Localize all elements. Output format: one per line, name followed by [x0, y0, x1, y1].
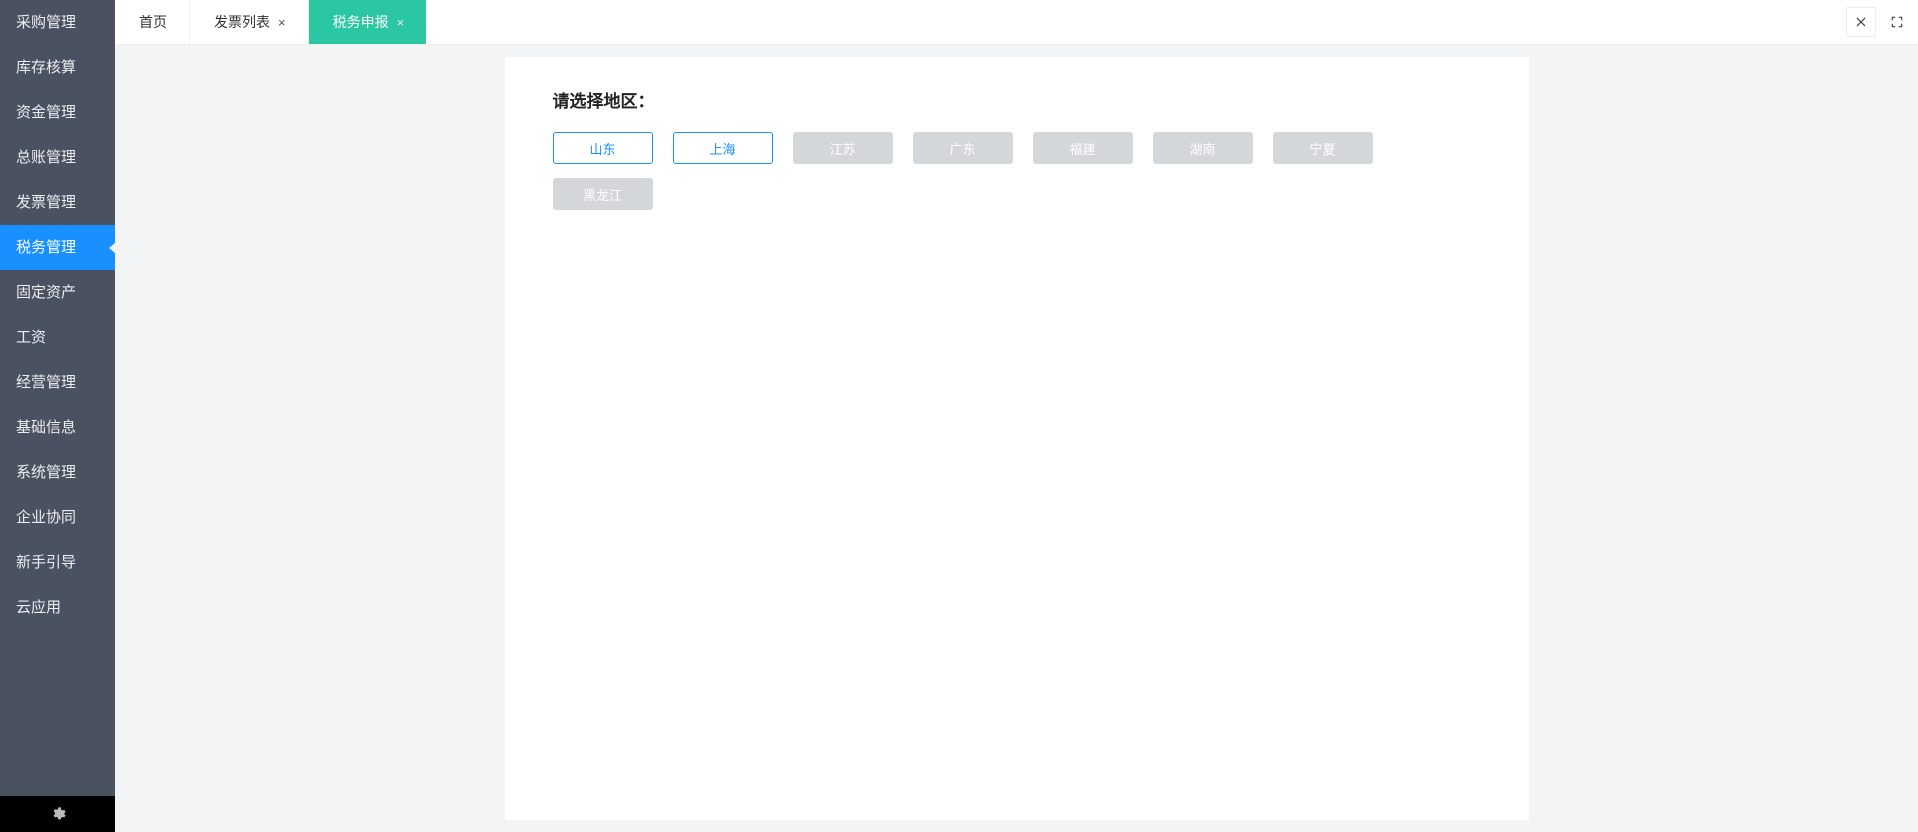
sidebar-item-3[interactable]: 总账管理: [0, 135, 115, 180]
content-scroll[interactable]: 请选择地区： 山东上海江苏广东福建湖南宁夏黑龙江: [115, 45, 1918, 832]
region-button-0[interactable]: 山东: [553, 132, 653, 164]
region-button-7: 黑龙江: [553, 178, 653, 210]
region-grid: 山东上海江苏广东福建湖南宁夏黑龙江: [553, 132, 1481, 210]
region-button-2: 江苏: [793, 132, 893, 164]
sidebar-item-7[interactable]: 工资: [0, 315, 115, 360]
fullscreen-icon: [1890, 15, 1904, 29]
close-icon[interactable]: ×: [278, 16, 286, 29]
tab-2[interactable]: 税务申报 ×: [309, 0, 427, 44]
tab-label: 税务申报: [333, 12, 389, 32]
sidebar-item-8[interactable]: 经营管理: [0, 360, 115, 405]
sidebar-item-1[interactable]: 库存核算: [0, 45, 115, 90]
tabbar-actions: [1846, 0, 1918, 44]
tab-label: 发票列表: [214, 12, 270, 32]
sidebar-item-4[interactable]: 发票管理: [0, 180, 115, 225]
sidebar: 采购管理库存核算资金管理总账管理发票管理税务管理固定资产工资经营管理基础信息系统…: [0, 0, 115, 832]
region-button-4: 福建: [1033, 132, 1133, 164]
fullscreen-button[interactable]: [1882, 7, 1912, 37]
app-root: 采购管理库存核算资金管理总账管理发票管理税务管理固定资产工资经营管理基础信息系统…: [0, 0, 1918, 832]
sidebar-item-2[interactable]: 资金管理: [0, 90, 115, 135]
main-area: 首页 发票列表 × 税务申报 × 请选择地区： 山东上海江苏广东福建湖南宁夏黑龙江: [115, 0, 1918, 832]
gear-icon: [50, 806, 66, 822]
region-button-1[interactable]: 上海: [673, 132, 773, 164]
tab-1[interactable]: 发票列表 ×: [190, 0, 309, 44]
sidebar-item-6[interactable]: 固定资产: [0, 270, 115, 315]
tab-0[interactable]: 首页: [115, 0, 190, 44]
region-button-5: 湖南: [1153, 132, 1253, 164]
sidebar-item-10[interactable]: 系统管理: [0, 450, 115, 495]
tab-label: 首页: [139, 12, 167, 32]
sidebar-item-11[interactable]: 企业协同: [0, 495, 115, 540]
tab-bar: 首页 发票列表 × 税务申报 ×: [115, 0, 1918, 45]
tabs-host: 首页 发票列表 × 税务申报 ×: [115, 0, 426, 44]
close-all-tabs-button[interactable]: [1846, 7, 1876, 37]
sidebar-item-12[interactable]: 新手引导: [0, 540, 115, 585]
sidebar-item-9[interactable]: 基础信息: [0, 405, 115, 450]
sidebar-settings-button[interactable]: [0, 796, 115, 832]
sidebar-item-5[interactable]: 税务管理: [0, 225, 115, 270]
close-icon[interactable]: ×: [397, 16, 405, 29]
panel-heading: 请选择地区：: [553, 87, 1481, 112]
close-icon: [1854, 15, 1868, 29]
region-button-6: 宁夏: [1273, 132, 1373, 164]
sidebar-items: 采购管理库存核算资金管理总账管理发票管理税务管理固定资产工资经营管理基础信息系统…: [0, 0, 115, 796]
region-button-3: 广东: [913, 132, 1013, 164]
sidebar-item-13[interactable]: 云应用: [0, 585, 115, 630]
region-panel: 请选择地区： 山东上海江苏广东福建湖南宁夏黑龙江: [505, 57, 1529, 820]
sidebar-item-0[interactable]: 采购管理: [0, 0, 115, 45]
